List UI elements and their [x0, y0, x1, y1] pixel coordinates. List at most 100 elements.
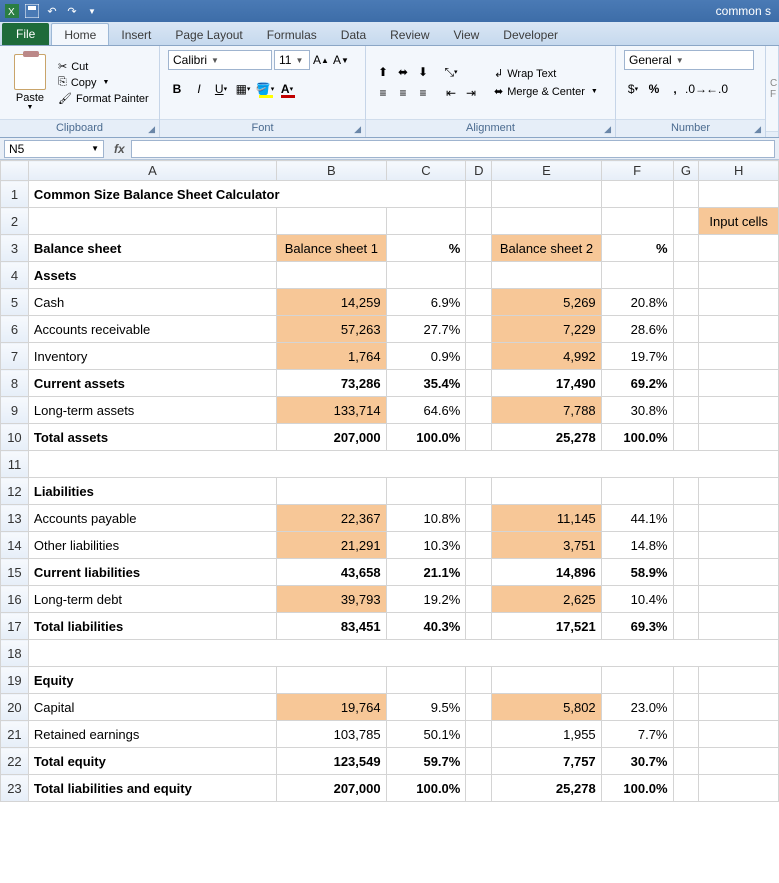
percent-button[interactable]: %: [645, 80, 663, 98]
tl-c[interactable]: 40.3%: [386, 613, 466, 640]
row-1[interactable]: 1: [1, 181, 29, 208]
decrease-decimal-icon[interactable]: ←.0: [708, 80, 726, 98]
row-3[interactable]: 3: [1, 235, 29, 262]
cash-pct2[interactable]: 20.8%: [601, 289, 673, 316]
copy-button[interactable]: ⎘Copy▼: [58, 75, 149, 90]
bs1-header[interactable]: Balance sheet 1: [277, 235, 386, 262]
ap-c[interactable]: 10.8%: [386, 505, 466, 532]
cash-bs2[interactable]: 5,269: [492, 289, 601, 316]
ap-label[interactable]: Accounts payable: [28, 505, 276, 532]
undo-icon[interactable]: ↶: [44, 3, 60, 19]
ar-bs1[interactable]: 57,263: [277, 316, 386, 343]
row-12[interactable]: 12: [1, 478, 29, 505]
input-cells-legend[interactable]: Input cells: [699, 208, 779, 235]
ta-b[interactable]: 207,000: [277, 424, 386, 451]
inv-pct2[interactable]: 19.7%: [601, 343, 673, 370]
row-9[interactable]: 9: [1, 397, 29, 424]
ltd-label[interactable]: Long-term debt: [28, 586, 276, 613]
row-23[interactable]: 23: [1, 775, 29, 802]
bold-button[interactable]: B: [168, 80, 186, 98]
tle-c[interactable]: 100.0%: [386, 775, 466, 802]
decrease-indent-icon[interactable]: ⇤: [442, 84, 460, 102]
ar-pct1[interactable]: 27.7%: [386, 316, 466, 343]
bs2-header[interactable]: Balance sheet 2: [492, 235, 601, 262]
save-icon[interactable]: [24, 3, 40, 19]
col-G[interactable]: G: [673, 161, 699, 181]
te-c[interactable]: 59.7%: [386, 748, 466, 775]
col-D[interactable]: D: [466, 161, 492, 181]
wrap-text-button[interactable]: ↲Wrap Text: [494, 66, 598, 81]
lta-label[interactable]: Long-term assets: [28, 397, 276, 424]
accounting-format-button[interactable]: $▾: [624, 80, 642, 98]
tot-assets-label[interactable]: Total assets: [28, 424, 276, 451]
format-painter-button[interactable]: 🖌Format Painter: [58, 91, 149, 106]
lta-c[interactable]: 64.6%: [386, 397, 466, 424]
inv-pct1[interactable]: 0.9%: [386, 343, 466, 370]
cash-pct1[interactable]: 6.9%: [386, 289, 466, 316]
fill-color-button[interactable]: 🪣▾: [256, 80, 274, 98]
cash-label[interactable]: Cash: [28, 289, 276, 316]
merge-dropdown-icon[interactable]: ▼: [591, 88, 598, 95]
worksheet-grid[interactable]: A B C D E F G H 1 Common Size Balance Sh…: [0, 160, 779, 883]
tl-f[interactable]: 69.3%: [601, 613, 673, 640]
row-14[interactable]: 14: [1, 532, 29, 559]
cap-label[interactable]: Capital: [28, 694, 276, 721]
te-f[interactable]: 30.7%: [601, 748, 673, 775]
col-F[interactable]: F: [601, 161, 673, 181]
inv-label[interactable]: Inventory: [28, 343, 276, 370]
align-right-icon[interactable]: ≡: [414, 84, 432, 102]
paste-button[interactable]: Paste ▼: [8, 54, 52, 111]
col-C[interactable]: C: [386, 161, 466, 181]
cl-c[interactable]: 21.1%: [386, 559, 466, 586]
font-name-combo[interactable]: Calibri▼: [168, 50, 272, 70]
increase-indent-icon[interactable]: ⇥: [462, 84, 480, 102]
row-15[interactable]: 15: [1, 559, 29, 586]
decrease-font-icon[interactable]: A▼: [332, 51, 350, 69]
cash-bs1[interactable]: 14,259: [277, 289, 386, 316]
tot-liab-label[interactable]: Total liabilities: [28, 613, 276, 640]
col-A[interactable]: A: [28, 161, 276, 181]
tab-data[interactable]: Data: [329, 24, 378, 45]
cur-liab-label[interactable]: Current liabilities: [28, 559, 276, 586]
cur-assets-f[interactable]: 69.2%: [601, 370, 673, 397]
tl-b[interactable]: 83,451: [277, 613, 386, 640]
ar-bs2[interactable]: 7,229: [492, 316, 601, 343]
tab-file[interactable]: File: [2, 23, 49, 45]
paste-dropdown-icon[interactable]: ▼: [27, 104, 34, 111]
align-top-icon[interactable]: ⬆: [374, 63, 392, 81]
lta-b[interactable]: 133,714: [277, 397, 386, 424]
tab-view[interactable]: View: [442, 24, 492, 45]
alignment-dialog-icon[interactable]: ◢: [604, 124, 611, 135]
row-5[interactable]: 5: [1, 289, 29, 316]
increase-font-icon[interactable]: A▲: [312, 51, 330, 69]
ltd-b[interactable]: 39,793: [277, 586, 386, 613]
cur-assets-label[interactable]: Current assets: [28, 370, 276, 397]
align-center-icon[interactable]: ≡: [394, 84, 412, 102]
row-4[interactable]: 4: [1, 262, 29, 289]
cap-c[interactable]: 9.5%: [386, 694, 466, 721]
col-H[interactable]: H: [699, 161, 779, 181]
ta-e[interactable]: 25,278: [492, 424, 601, 451]
balance-sheet-header[interactable]: Balance sheet: [28, 235, 276, 262]
underline-button[interactable]: U▾: [212, 80, 230, 98]
pct-header-1[interactable]: %: [386, 235, 466, 262]
border-button[interactable]: ▦▾: [234, 80, 252, 98]
tle-f[interactable]: 100.0%: [601, 775, 673, 802]
cap-e[interactable]: 5,802: [492, 694, 601, 721]
tab-developer[interactable]: Developer: [491, 24, 570, 45]
cl-b[interactable]: 43,658: [277, 559, 386, 586]
lta-f[interactable]: 30.8%: [601, 397, 673, 424]
sheet-title[interactable]: Common Size Balance Sheet Calculator: [28, 181, 465, 208]
tab-insert[interactable]: Insert: [109, 24, 163, 45]
number-dialog-icon[interactable]: ◢: [754, 124, 761, 135]
name-box[interactable]: N5▼: [4, 140, 104, 158]
cur-assets-e[interactable]: 17,490: [492, 370, 601, 397]
row-8[interactable]: 8: [1, 370, 29, 397]
number-format-combo[interactable]: General▼: [624, 50, 754, 70]
align-bottom-icon[interactable]: ⬇: [414, 63, 432, 81]
te-e[interactable]: 7,757: [492, 748, 601, 775]
ol-c[interactable]: 10.3%: [386, 532, 466, 559]
tab-formulas[interactable]: Formulas: [255, 24, 329, 45]
tab-review[interactable]: Review: [378, 24, 441, 45]
lta-e[interactable]: 7,788: [492, 397, 601, 424]
